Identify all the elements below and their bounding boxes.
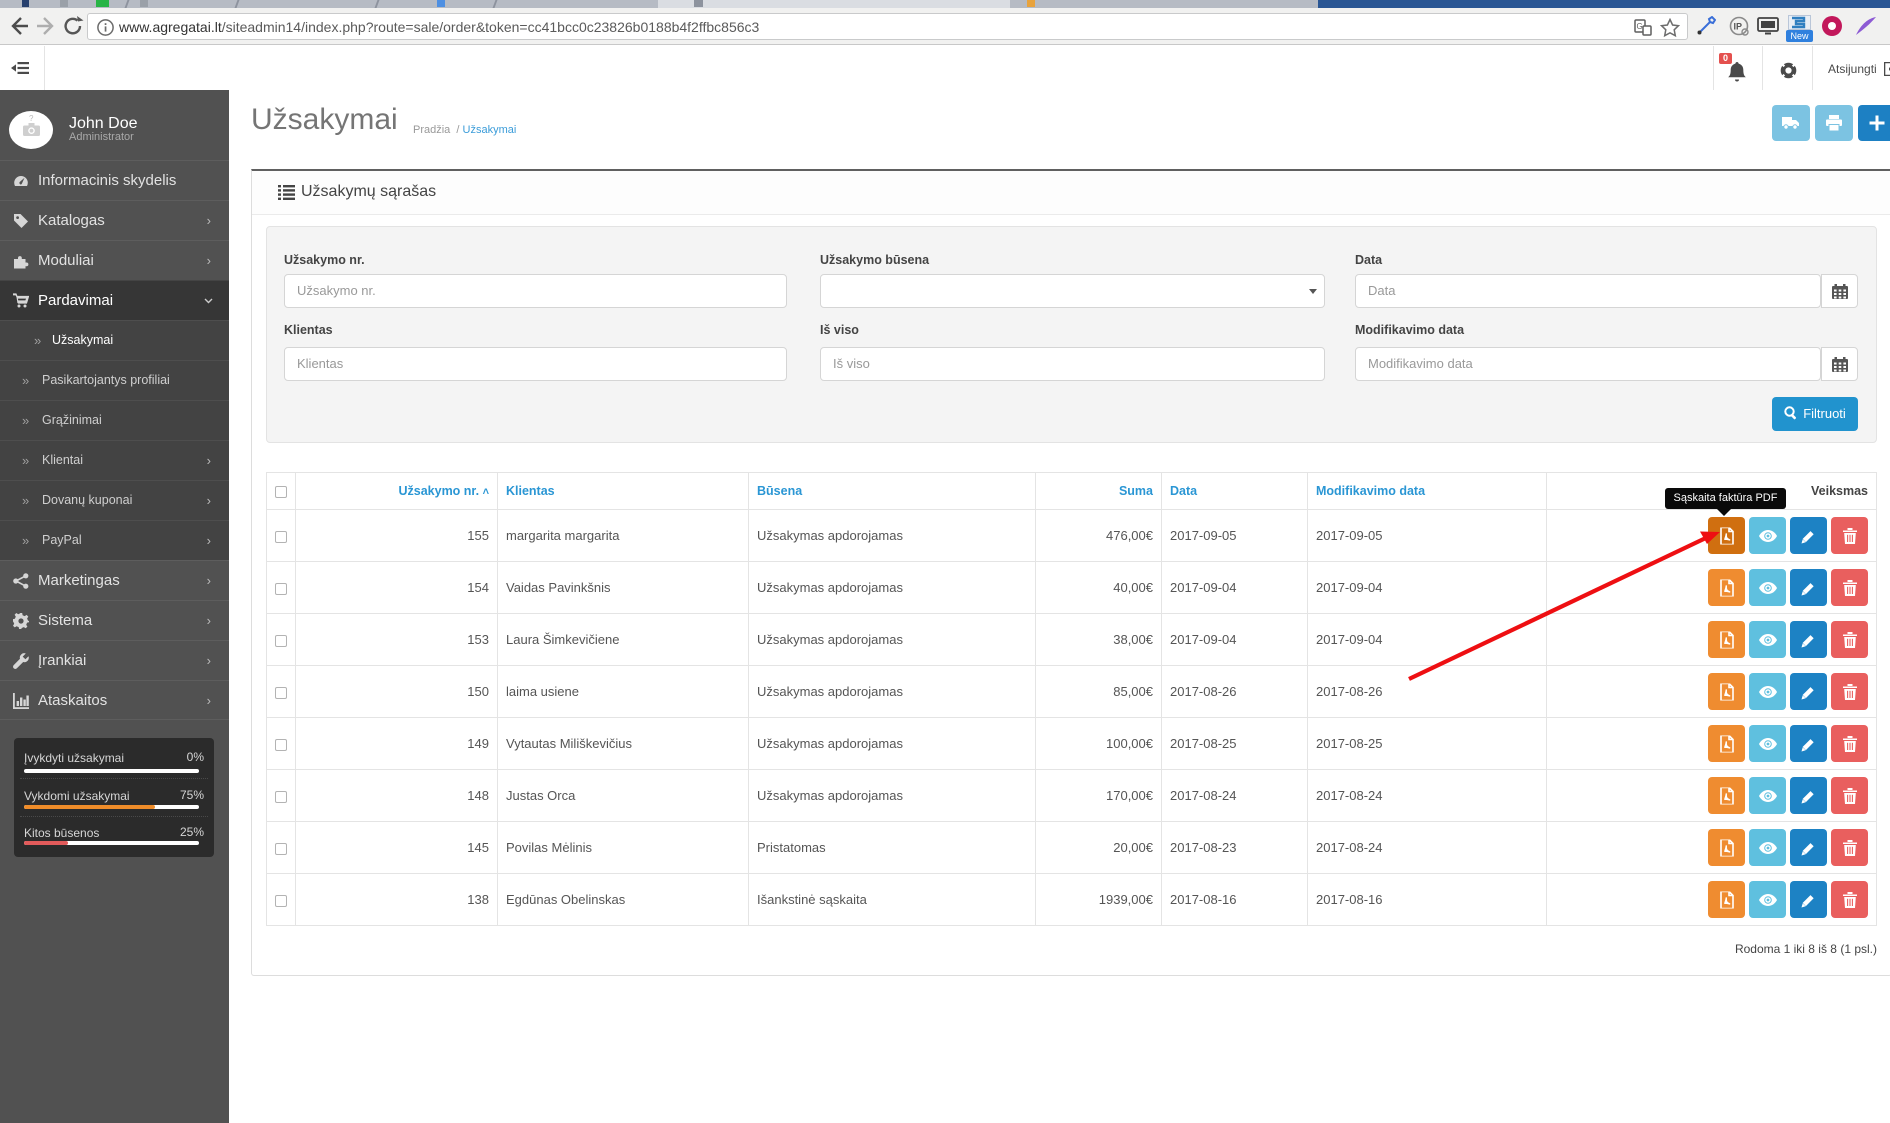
svg-text:G: G bbox=[1637, 22, 1643, 31]
svg-text:IP: IP bbox=[1734, 22, 1743, 32]
